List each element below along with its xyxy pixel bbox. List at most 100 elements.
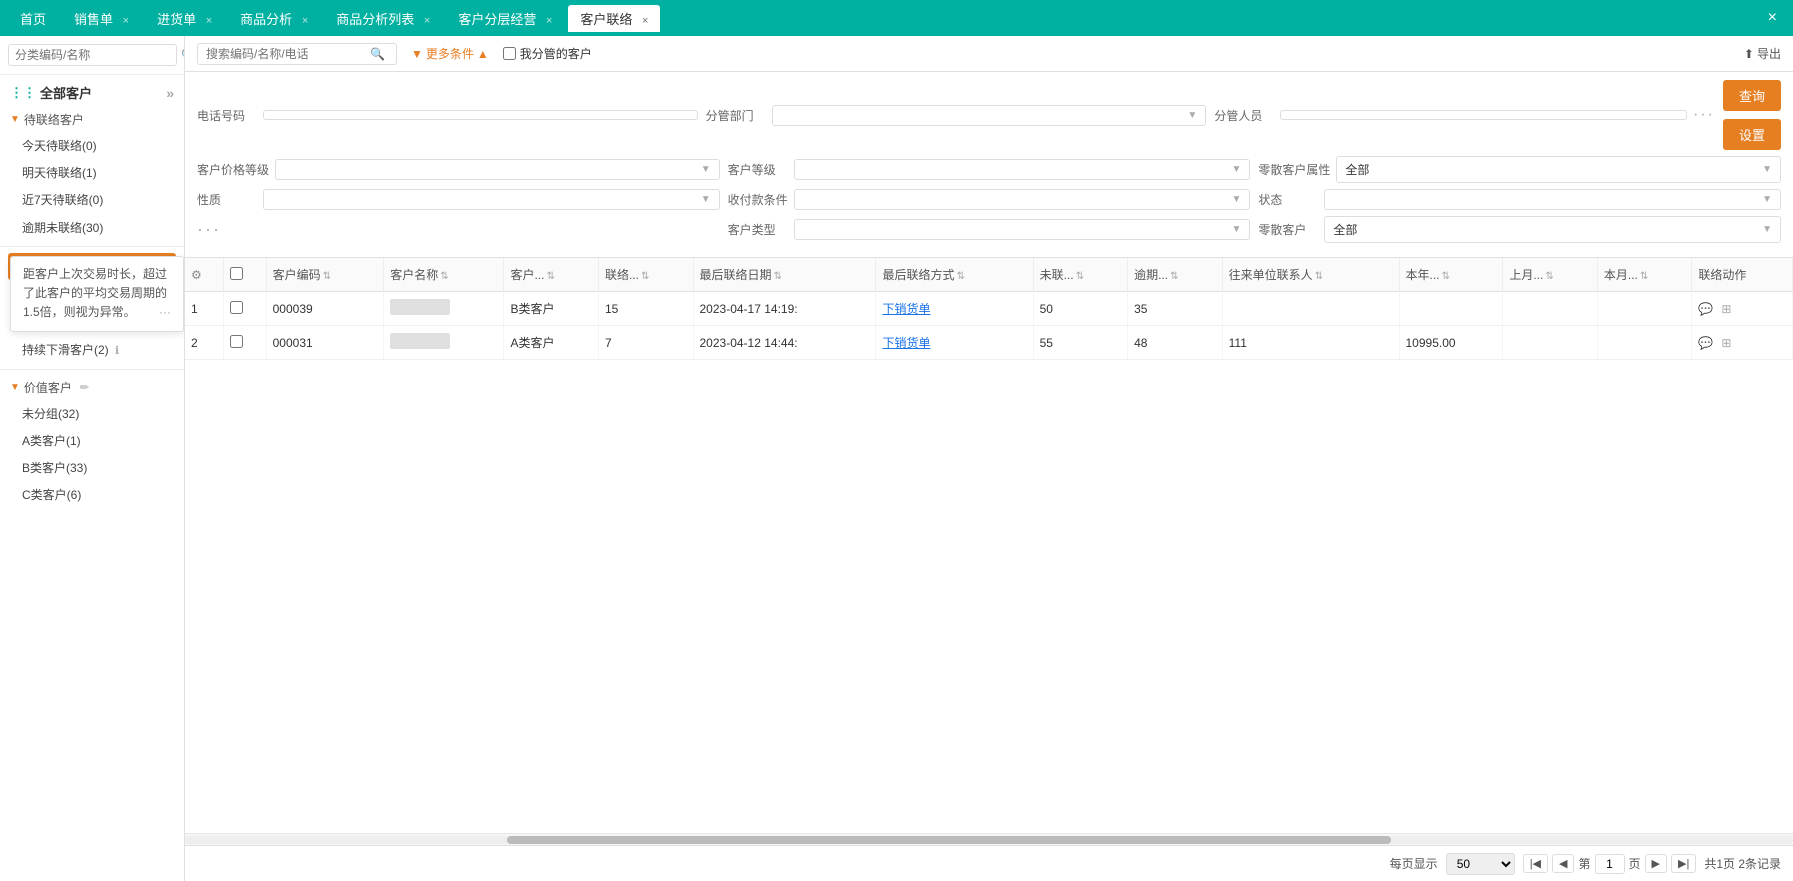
- sidebar-item-overdue-contact[interactable]: 逾期未联络(30): [0, 215, 184, 242]
- row2-qr-icon[interactable]: ⊞: [1721, 336, 1731, 350]
- row1-qr-icon[interactable]: ⊞: [1721, 302, 1731, 316]
- filter-row-2: 客户价格等级 ▼ 客户等级 ▼ 零散客户属性 零散客户属性 全部: [197, 156, 1781, 183]
- sort-this-month-icon[interactable]: ⇅: [1640, 271, 1648, 282]
- retail-attr-chevron: ▼: [1762, 164, 1772, 175]
- status-input[interactable]: ▼: [1324, 189, 1781, 210]
- sort-contacts-icon[interactable]: ⇅: [641, 271, 649, 282]
- sidebar-item-unclassified[interactable]: 未分组(32): [0, 401, 184, 428]
- price-grade-input[interactable]: ▼: [275, 159, 720, 180]
- customer-grade-input[interactable]: ▼: [794, 159, 1251, 180]
- pending-contact-group[interactable]: ▼ 待联络客户: [0, 106, 184, 133]
- sidebar-collapse-btn[interactable]: »: [166, 85, 174, 101]
- sort-overdue-icon[interactable]: ⇅: [1170, 271, 1178, 282]
- sidebar-item-declining[interactable]: 持续下滑客户(2) ℹ: [0, 337, 184, 365]
- sidebar-item-tomorrow-contact[interactable]: 明天待联络(1): [0, 160, 184, 187]
- total-records-label: 共1页 2条记录: [1704, 855, 1781, 872]
- sort-uncontacted-icon[interactable]: ⇅: [1076, 271, 1084, 282]
- row2-message-icon[interactable]: 💬: [1698, 336, 1713, 350]
- row1-select[interactable]: [230, 301, 243, 314]
- horizontal-scrollbar[interactable]: [185, 833, 1793, 845]
- tab-customer-contact-close[interactable]: ×: [642, 15, 648, 27]
- retail-input[interactable]: 全部 ▼: [1324, 216, 1781, 243]
- my-customers-checkbox[interactable]: [503, 47, 516, 60]
- tooltip-box: 距客户上次交易时长，超过了此客户的平均交易周期的1.5倍，则视为异常。 ···: [10, 256, 184, 332]
- person-dots[interactable]: ···: [1693, 106, 1715, 124]
- settings-button[interactable]: 设置: [1723, 119, 1781, 150]
- more-conditions-btn[interactable]: ▼ 更多条件 ▲: [405, 42, 495, 65]
- table-settings-icon[interactable]: ⚙: [191, 268, 202, 282]
- ctype-input[interactable]: ▼: [794, 219, 1251, 240]
- row2-last-method[interactable]: 下销货单: [876, 326, 1033, 360]
- payment-input[interactable]: ▼: [794, 189, 1251, 210]
- sort-code-icon[interactable]: ⇅: [323, 271, 331, 282]
- filter-cell-price-grade: 客户价格等级 ▼: [197, 159, 720, 180]
- tab-customer-contact[interactable]: 客户联络 ×: [568, 5, 660, 32]
- row1-related: [1222, 292, 1399, 326]
- sort-last-month-icon[interactable]: ⇅: [1545, 271, 1553, 282]
- first-page-btn[interactable]: |◀: [1523, 854, 1548, 873]
- col-settings[interactable]: ⚙: [185, 258, 223, 292]
- filter-row-4: ··· 客户类型 ▼ 零散客户 全部 ▼: [197, 216, 1781, 243]
- tab-product-analysis-close[interactable]: ×: [302, 15, 308, 27]
- sort-related-icon[interactable]: ⇅: [1315, 271, 1323, 282]
- row1-message-icon[interactable]: 💬: [1698, 302, 1713, 316]
- content-area: 🔍 ▼ 更多条件 ▲ 我分管的客户 ⬆ 导出 电话号码: [185, 36, 1793, 881]
- tab-purchase-close[interactable]: ×: [206, 15, 212, 27]
- row1-name[interactable]: [384, 292, 504, 326]
- select-all-checkbox[interactable]: [230, 267, 243, 280]
- tab-product-list-close[interactable]: ×: [424, 15, 430, 27]
- edit-icon[interactable]: ✏: [80, 381, 89, 394]
- retail-attr-input[interactable]: 全部 ▼: [1336, 156, 1781, 183]
- sidebar: 🔍 ⋮⋮ 全部客户 » ▼ 待联络客户 今天待联络(0) 明天待联络(1) 近7…: [0, 36, 185, 881]
- row2-name[interactable]: [384, 326, 504, 360]
- extra-dots[interactable]: ···: [197, 219, 221, 240]
- tab-home[interactable]: 首页: [8, 5, 58, 32]
- tab-customer-segmentation-close[interactable]: ×: [546, 15, 552, 27]
- my-customers-filter[interactable]: 我分管的客户: [503, 45, 592, 62]
- row1-last-method[interactable]: 下销货单: [876, 292, 1033, 326]
- tab-sales-close[interactable]: ×: [123, 15, 129, 27]
- prev-page-btn[interactable]: ◀: [1552, 854, 1574, 873]
- tab-customer-segmentation[interactable]: 客户分层经营 ×: [446, 5, 564, 32]
- tooltip-dots[interactable]: ···: [159, 303, 171, 322]
- sort-date-icon[interactable]: ⇅: [774, 271, 782, 282]
- person-input[interactable]: [1280, 110, 1687, 120]
- main-search-box: 🔍: [197, 43, 397, 65]
- sort-name-icon[interactable]: ⇅: [440, 271, 448, 282]
- main-search-icon[interactable]: 🔍: [370, 47, 385, 61]
- per-page-select[interactable]: 50 100 200: [1446, 853, 1515, 875]
- tab-sales[interactable]: 销售单 ×: [62, 5, 141, 32]
- sidebar-item-class-b[interactable]: B类客户(33): [0, 455, 184, 482]
- row2-select[interactable]: [230, 335, 243, 348]
- window-close-button[interactable]: ×: [1760, 5, 1785, 31]
- sidebar-item-7day-contact[interactable]: 近7天待联络(0): [0, 187, 184, 214]
- row1-uncontacted: 50: [1033, 292, 1128, 326]
- last-page-btn[interactable]: ▶|: [1671, 854, 1696, 873]
- sidebar-item-class-c[interactable]: C类客户(6): [0, 482, 184, 509]
- value-customer-group[interactable]: ▼ 价值客户 ✏: [0, 374, 184, 401]
- query-button[interactable]: 查询: [1723, 80, 1781, 111]
- scroll-thumb[interactable]: [507, 836, 1391, 844]
- main-search-input[interactable]: [206, 47, 366, 61]
- phone-input[interactable]: [263, 110, 698, 120]
- sidebar-item-class-a[interactable]: A类客户(1): [0, 428, 184, 455]
- sidebar-search-input[interactable]: [8, 44, 177, 66]
- tab-purchase[interactable]: 进货单 ×: [145, 5, 224, 32]
- next-page-btn[interactable]: ▶: [1645, 854, 1667, 873]
- sort-method-icon[interactable]: ⇅: [956, 271, 964, 282]
- filter-cell-retail-attr: 零散客户属性 零散客户属性 全部 ▼: [1258, 156, 1781, 183]
- col-contacts-count: 联络...⇅: [598, 258, 693, 292]
- sort-year-icon[interactable]: ⇅: [1442, 271, 1450, 282]
- page-number-input[interactable]: [1595, 854, 1625, 874]
- all-customers-title: ⋮⋮ 全部客户 »: [0, 75, 184, 106]
- sort-type-icon[interactable]: ⇅: [546, 271, 554, 282]
- sidebar-item-today-contact[interactable]: 今天待联络(0): [0, 133, 184, 160]
- col-last-contact-method: 最后联络方式⇅: [876, 258, 1033, 292]
- dept-input[interactable]: ▼: [772, 105, 1207, 126]
- col-action: 联络动作: [1692, 258, 1793, 292]
- tab-product-analysis[interactable]: 商品分析 ×: [228, 5, 320, 32]
- export-button[interactable]: ⬆ 导出: [1744, 45, 1781, 62]
- sidebar-search-icon[interactable]: 🔍: [181, 48, 185, 62]
- nature-input[interactable]: ▼: [263, 189, 720, 210]
- tab-product-list[interactable]: 商品分析列表 ×: [324, 5, 442, 32]
